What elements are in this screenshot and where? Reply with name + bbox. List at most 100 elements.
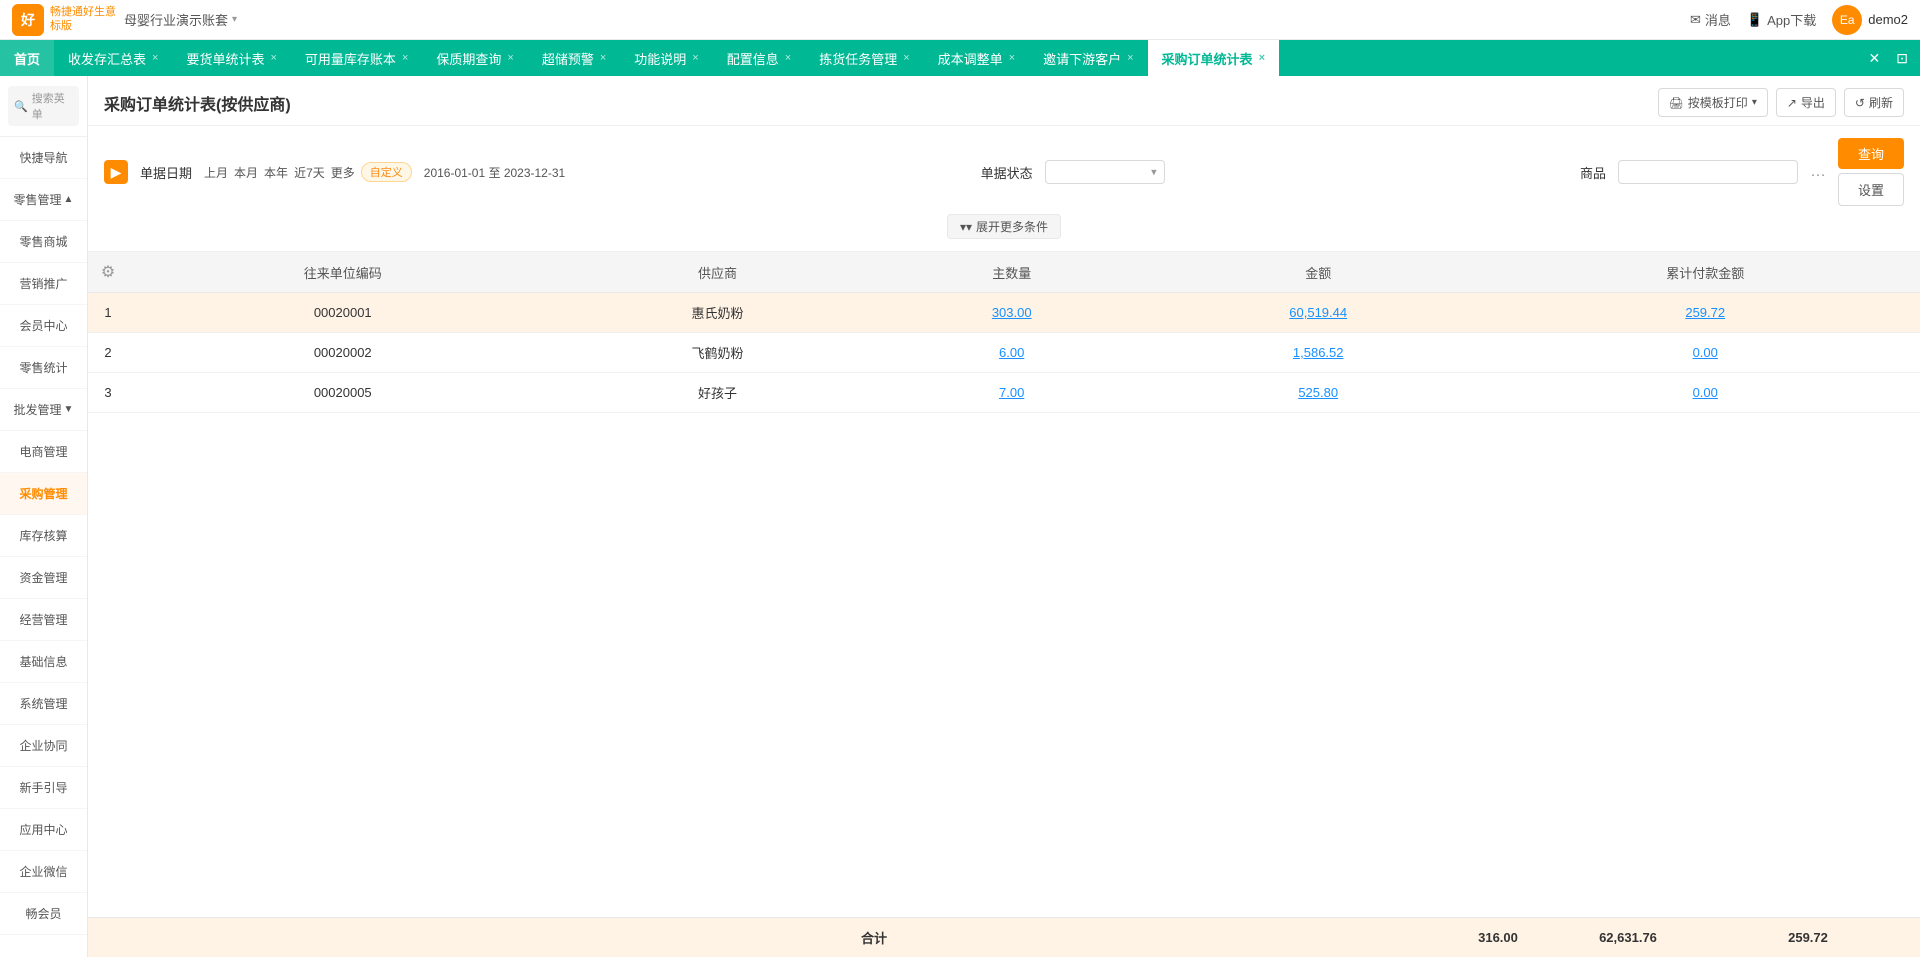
- workspace-selector[interactable]: 母婴行业演示账套 ▾: [124, 10, 237, 29]
- main-layout: 🔍 搜索英单 快捷导航 零售管理 ▲ 零售商城 营销推广 会员中心 零售统计: [0, 76, 1920, 957]
- row2-amount[interactable]: 1,586.52: [1146, 333, 1491, 373]
- close-icon[interactable]: ×: [785, 52, 791, 64]
- sidebar-item-vip[interactable]: 畅会员: [0, 893, 87, 935]
- avatar: Ea: [1832, 5, 1862, 35]
- sidebar-item-marketing[interactable]: 营销推广: [0, 263, 87, 305]
- tab-overstock[interactable]: 超储预警 ×: [528, 40, 620, 76]
- sidebar-item-inventory-check[interactable]: 库存核算: [0, 515, 87, 557]
- close-icon[interactable]: ×: [1259, 52, 1265, 64]
- tab-cost-adjust[interactable]: 成本调整单 ×: [924, 40, 1029, 76]
- shortcut-more[interactable]: 更多: [331, 164, 355, 181]
- message-button[interactable]: ✉ 消息: [1690, 10, 1731, 29]
- tab-warranty[interactable]: 保质期查询 ×: [422, 40, 527, 76]
- close-icon[interactable]: ×: [507, 52, 513, 64]
- tab-purchase-stat[interactable]: 采购订单统计表 ×: [1148, 40, 1279, 76]
- table-row: 3 00020005 好孩子 7.00 525.80 0.00: [88, 373, 1920, 413]
- expand-icon: ▾▾: [960, 220, 972, 234]
- shortcut-this-month[interactable]: 本月: [234, 164, 258, 181]
- tab-pick-task[interactable]: 拣货任务管理 ×: [805, 40, 923, 76]
- chevron-down-icon: ▾: [1752, 97, 1757, 108]
- footer-paid: 259.72: [1708, 930, 1908, 945]
- sidebar-item-member[interactable]: 会员中心: [0, 305, 87, 347]
- filter-row: ▶ 单据日期 上月 本月 本年 近7天 更多 自定义 2016-01-01 至 …: [104, 138, 1904, 206]
- print-icon: 🖨: [1669, 96, 1684, 110]
- tab-invite[interactable]: 邀请下游客户 ×: [1029, 40, 1147, 76]
- shortcut-last-month[interactable]: 上月: [204, 164, 228, 181]
- goods-more-icon[interactable]: …: [1810, 163, 1826, 181]
- tab-inventory[interactable]: 可用量库存账本 ×: [291, 40, 422, 76]
- tab-collection[interactable]: 收发存汇总表 ×: [54, 40, 172, 76]
- close-icon[interactable]: ×: [270, 52, 276, 64]
- row3-paid[interactable]: 0.00: [1490, 373, 1920, 413]
- sidebar-item-retail-stat[interactable]: 零售统计: [0, 347, 87, 389]
- tab-function[interactable]: 功能说明 ×: [620, 40, 712, 76]
- sidebar-item-basic-info[interactable]: 基础信息: [0, 641, 87, 683]
- tab-config[interactable]: 配置信息 ×: [713, 40, 805, 76]
- close-window-button[interactable]: ✕: [1865, 46, 1885, 71]
- settings-button[interactable]: 设置: [1838, 173, 1904, 206]
- app-download-button[interactable]: 📱 App下载: [1747, 10, 1816, 29]
- sidebar-item-enterprise-wechat[interactable]: 企业微信: [0, 851, 87, 893]
- sidebar-item-system[interactable]: 系统管理: [0, 683, 87, 725]
- expand-button[interactable]: ▾▾ 展开更多条件: [947, 214, 1061, 239]
- custom-date-tag[interactable]: 自定义: [361, 162, 412, 182]
- sidebar-item-retail-store[interactable]: 零售商城: [0, 221, 87, 263]
- row3-qty[interactable]: 7.00: [877, 373, 1145, 413]
- goods-input[interactable]: [1618, 160, 1798, 184]
- sidebar-item-wholesale[interactable]: 批发管理 ▼: [0, 389, 87, 431]
- refresh-button[interactable]: ↺ 刷新: [1844, 88, 1904, 117]
- row3-amount[interactable]: 525.80: [1146, 373, 1491, 413]
- logo-text: 畅捷通好生意 标版: [50, 6, 116, 32]
- sidebar-item-app-center[interactable]: 应用中心: [0, 809, 87, 851]
- page-header-actions: 🖨 按模板打印 ▾ ↗ 导出 ↺ 刷新: [1658, 88, 1904, 117]
- sidebar-search-area[interactable]: 🔍 搜索英单: [0, 76, 87, 137]
- sidebar: 🔍 搜索英单 快捷导航 零售管理 ▲ 零售商城 营销推广 会员中心 零售统计: [0, 76, 88, 957]
- top-bar: 好 畅捷通好生意 标版 母婴行业演示账套 ▾ ✉ 消息 📱 App下载 Ea d…: [0, 0, 1920, 40]
- maximize-window-button[interactable]: ⊡: [1892, 46, 1912, 71]
- close-icon[interactable]: ×: [600, 52, 606, 64]
- print-button[interactable]: 🖨 按模板打印 ▾: [1658, 88, 1768, 117]
- close-icon[interactable]: ×: [903, 52, 909, 64]
- row1-qty[interactable]: 303.00: [877, 293, 1145, 333]
- close-icon[interactable]: ×: [692, 52, 698, 64]
- sidebar-item-operations[interactable]: 经营管理: [0, 599, 87, 641]
- th-settings[interactable]: ⚙: [88, 252, 128, 293]
- row2-paid[interactable]: 0.00: [1490, 333, 1920, 373]
- nav-controls: ✕ ⊡: [1865, 46, 1920, 71]
- search-box[interactable]: 🔍 搜索英单: [8, 86, 79, 126]
- row1-unit-code: 00020001: [128, 293, 557, 333]
- phone-icon: 📱: [1747, 12, 1763, 28]
- row2-qty[interactable]: 6.00: [877, 333, 1145, 373]
- export-button[interactable]: ↗ 导出: [1776, 88, 1836, 117]
- user-area[interactable]: Ea demo2: [1832, 5, 1908, 35]
- close-icon[interactable]: ×: [402, 52, 408, 64]
- close-icon[interactable]: ×: [152, 52, 158, 64]
- sidebar-item-enterprise-coop[interactable]: 企业协同: [0, 725, 87, 767]
- row2-no: 2: [88, 333, 128, 373]
- th-supplier: 供应商: [557, 252, 877, 293]
- sidebar-item-retail[interactable]: 零售管理 ▲: [0, 179, 87, 221]
- table-footer: 合计 316.00 62,631.76 259.72: [88, 917, 1920, 957]
- page-title: 采购订单统计表(按供应商): [104, 91, 291, 115]
- tab-home[interactable]: 首页: [0, 40, 54, 76]
- shortcut-7days[interactable]: 近7天: [294, 164, 325, 181]
- top-bar-left: 好 畅捷通好生意 标版 母婴行业演示账套 ▾: [12, 4, 237, 36]
- tab-order-stat[interactable]: 要货单统计表 ×: [172, 40, 290, 76]
- close-icon[interactable]: ×: [1009, 52, 1015, 64]
- sidebar-item-finance[interactable]: 资金管理: [0, 557, 87, 599]
- status-label: 单据状态: [981, 163, 1033, 182]
- sidebar-item-quicknav[interactable]: 快捷导航: [0, 137, 87, 179]
- close-icon[interactable]: ×: [1127, 52, 1133, 64]
- search-button[interactable]: 查询: [1838, 138, 1904, 169]
- sidebar-item-newbie[interactable]: 新手引导: [0, 767, 87, 809]
- filter-toggle-button[interactable]: ▶: [104, 160, 128, 184]
- status-select[interactable]: [1045, 160, 1165, 184]
- date-label: 单据日期: [140, 163, 192, 182]
- sidebar-item-ecommerce[interactable]: 电商管理: [0, 431, 87, 473]
- shortcut-this-year[interactable]: 本年: [264, 164, 288, 181]
- message-icon: ✉: [1690, 12, 1701, 28]
- th-unit-code: 往来单位编码: [128, 252, 557, 293]
- row1-amount[interactable]: 60,519.44: [1146, 293, 1491, 333]
- sidebar-item-purchase[interactable]: 采购管理: [0, 473, 87, 515]
- row1-paid[interactable]: 259.72: [1490, 293, 1920, 333]
